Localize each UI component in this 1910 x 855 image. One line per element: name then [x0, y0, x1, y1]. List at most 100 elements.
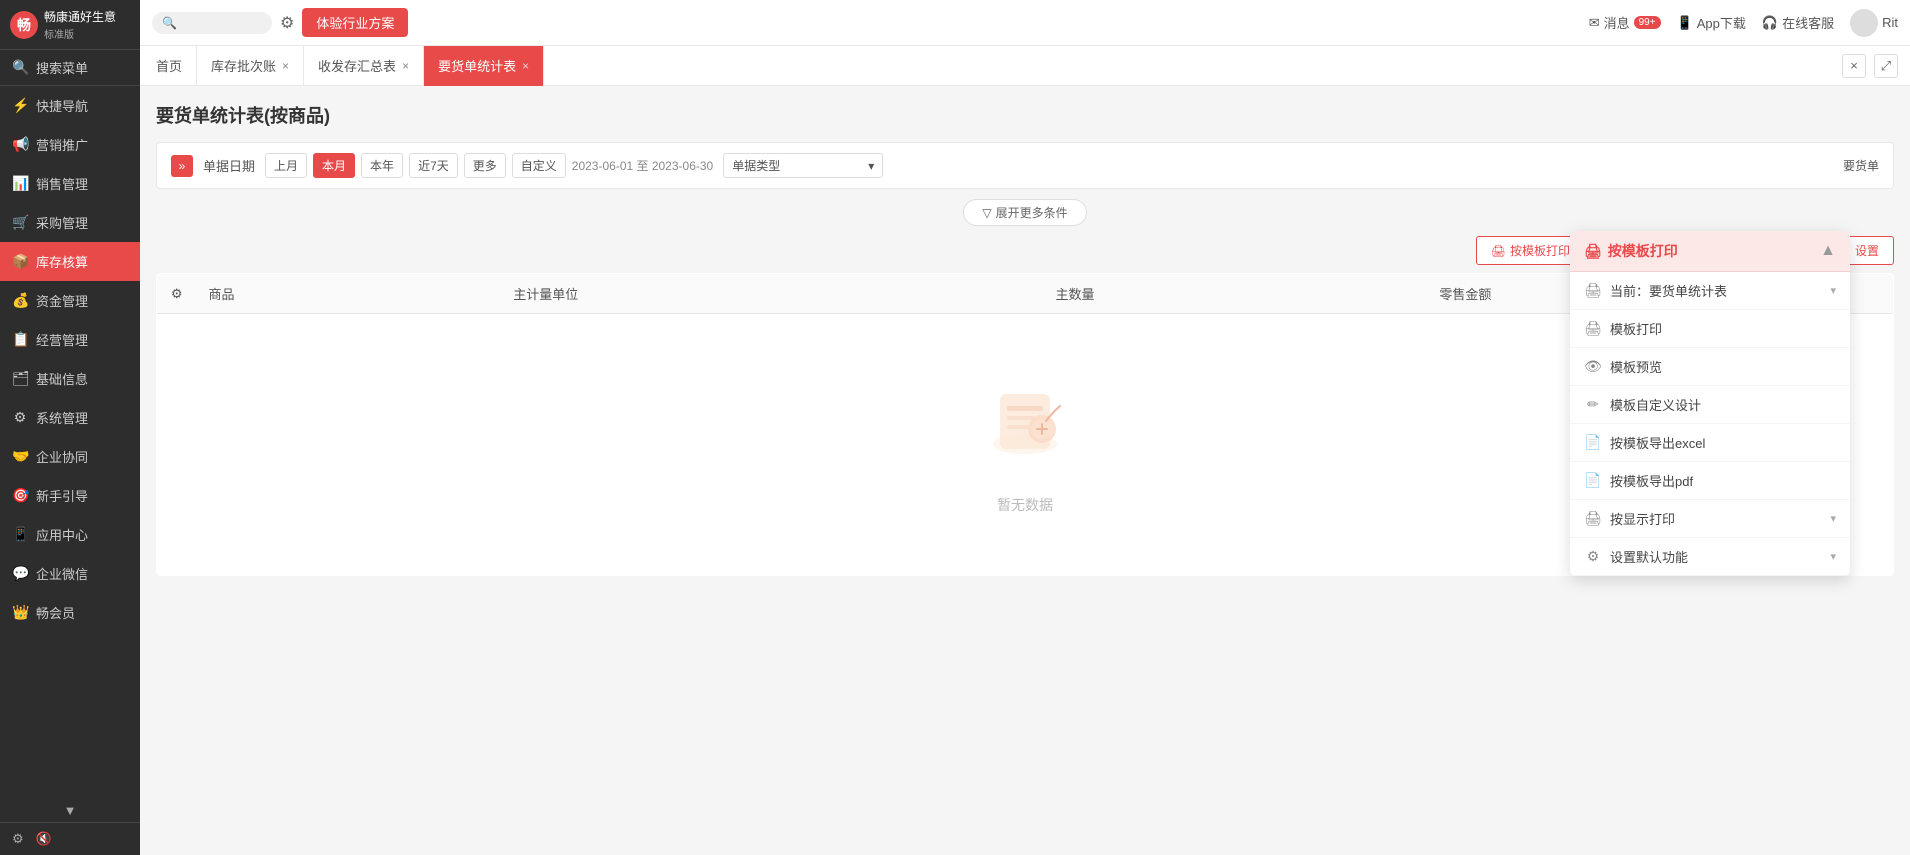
- expand-icon: ▽: [982, 206, 991, 220]
- sidebar-item-operations[interactable]: 📋 经营管理: [0, 320, 140, 359]
- date-btn-7days[interactable]: 近7天: [409, 153, 458, 178]
- sidebar-item-inventory[interactable]: 📦 库存核算: [0, 242, 140, 281]
- date-btn-more[interactable]: 更多: [464, 153, 506, 178]
- tab-collection-summary[interactable]: 收发存汇总表 ×: [304, 46, 424, 86]
- date-btn-this-year[interactable]: 本年: [361, 153, 403, 178]
- sidebar-label-enterprise: 企业协同: [36, 447, 88, 466]
- user-avatar-item[interactable]: Rit: [1850, 9, 1898, 37]
- date-filter-group: 上月 本月 本年 近7天 更多 自定义 2023-06-01 至 2023-06…: [265, 153, 713, 178]
- sidebar-label-finance: 资金管理: [36, 291, 88, 310]
- sidebar-item-sales[interactable]: 📊 销售管理: [0, 164, 140, 203]
- print-dropdown-popup: 🖨 按模板打印 ▲ 🖨 当前：要货单统计表 ▾ 🖨 模板打印 👁 模板预览 ✏: [1570, 231, 1850, 576]
- col-goods: 商品: [197, 274, 502, 314]
- dropdown-item-default-func[interactable]: ⚙ 设置默认功能 ▾: [1570, 538, 1850, 576]
- sidebar-item-finance[interactable]: 💰 资金管理: [0, 281, 140, 320]
- tab-order-stats[interactable]: 要货单统计表 ×: [424, 46, 544, 86]
- scroll-down-btn[interactable]: ▼: [0, 799, 140, 822]
- date-btn-this-month[interactable]: 本月: [313, 153, 355, 178]
- filter-expand-btn[interactable]: »: [171, 155, 193, 177]
- sidebar-item-enterprise[interactable]: 🤝 企业协同: [0, 437, 140, 476]
- template-custom-icon: ✏: [1584, 396, 1602, 413]
- sidebar-label-member: 畅会员: [36, 603, 75, 622]
- main-area: 🔍 ⚙ 体验行业方案 ✉ 消息 99+ 📱 App下载 🎧 在线客服 Rit: [140, 0, 1910, 855]
- template-print-icon: 🖨: [1584, 320, 1602, 337]
- dropdown-item-display-print[interactable]: 🖨 按显示打印 ▾: [1570, 500, 1850, 538]
- export-pdf-icon: 📄: [1584, 472, 1602, 489]
- current-template-icon: 🖨: [1584, 282, 1602, 299]
- app-version: 标准版: [44, 26, 116, 41]
- tabs-bar: 首页 库存批次账 × 收发存汇总表 × 要货单统计表 × × ⤢: [140, 46, 1910, 86]
- dropdown-item-template-custom[interactable]: ✏ 模板自定义设计: [1570, 386, 1850, 424]
- app-name: 畅康通好生意: [44, 10, 116, 26]
- sidebar-item-apps[interactable]: 📱 应用中心: [0, 515, 140, 554]
- sidebar-item-purchase[interactable]: 🛒 采购管理: [0, 203, 140, 242]
- sidebar-item-marketing[interactable]: 📢 营销推广: [0, 125, 140, 164]
- date-filter-label: 单据日期: [203, 156, 255, 175]
- avatar: [1850, 9, 1878, 37]
- expand-more-label: 展开更多条件: [996, 204, 1068, 221]
- topbar-search[interactable]: 🔍: [152, 12, 272, 34]
- search-label: 搜索菜单: [36, 58, 88, 77]
- settings-btn-label: 设置: [1855, 244, 1879, 258]
- dropdown-item-export-excel[interactable]: 📄 按模板导出excel: [1570, 424, 1850, 462]
- trial-button[interactable]: 体验行业方案: [302, 8, 408, 37]
- tab-batch-account[interactable]: 库存批次账 ×: [197, 46, 304, 86]
- gear-icon[interactable]: ⚙: [280, 13, 294, 33]
- mute-icon[interactable]: 🔇: [36, 831, 52, 847]
- sidebar-item-guide[interactable]: 🎯 新手引导: [0, 476, 140, 515]
- order-type-select[interactable]: 单据类型 ▾: [723, 153, 883, 178]
- sidebar-item-member[interactable]: 👑 畅会员: [0, 593, 140, 632]
- current-template-label: 当前：要货单统计表: [1610, 281, 1727, 300]
- inventory-icon: 📦: [12, 253, 28, 270]
- col-settings-icon[interactable]: ⚙: [171, 286, 183, 301]
- online-service-item[interactable]: 🎧 在线客服: [1762, 13, 1834, 32]
- weixin-icon: 💬: [12, 565, 28, 582]
- col-goods-label: 商品: [209, 287, 235, 302]
- messages-item[interactable]: ✉ 消息 99+: [1589, 13, 1661, 32]
- dropdown-item-template-print[interactable]: 🖨 模板打印: [1570, 310, 1850, 348]
- dropdown-item-export-pdf[interactable]: 📄 按模板导出pdf: [1570, 462, 1850, 500]
- enterprise-icon: 🤝: [12, 448, 28, 465]
- col-quantity: 主数量: [1043, 274, 1427, 314]
- col-settings: ⚙: [157, 274, 197, 314]
- close-tab-btn[interactable]: ×: [1842, 54, 1866, 78]
- sidebar-label-system: 系统管理: [36, 408, 88, 427]
- date-btn-custom[interactable]: 自定义: [512, 153, 566, 178]
- sidebar-item-search[interactable]: 🔍 搜索菜单: [0, 50, 140, 86]
- expand-more-bar: ▽ 展开更多条件: [156, 199, 1894, 226]
- user-name: Rit: [1882, 15, 1898, 30]
- tab-home[interactable]: 首页: [152, 46, 197, 86]
- topbar: 🔍 ⚙ 体验行业方案 ✉ 消息 99+ 📱 App下载 🎧 在线客服 Rit: [140, 0, 1910, 46]
- display-print-icon: 🖨: [1584, 510, 1602, 527]
- sidebar-item-basics[interactable]: 🗂 基础信息: [0, 359, 140, 398]
- display-print-label: 按显示打印: [1610, 509, 1675, 528]
- sidebar-item-system[interactable]: ⚙ 系统管理: [0, 398, 140, 437]
- dropdown-close-btn[interactable]: ▲: [1820, 242, 1836, 260]
- app-download-item[interactable]: 📱 App下载: [1677, 13, 1746, 32]
- dropdown-item-template-preview[interactable]: 👁 模板预览: [1570, 348, 1850, 386]
- tab-collection-summary-close[interactable]: ×: [402, 59, 409, 73]
- expand-more-btn[interactable]: ▽ 展开更多条件: [963, 199, 1086, 226]
- sidebar-label-marketing: 营销推广: [36, 135, 88, 154]
- settings-bottom-icon[interactable]: ⚙: [12, 831, 24, 847]
- content-area: 要货单统计表(按商品) » 单据日期 上月 本月 本年 近7天 更多 自定义 2…: [140, 86, 1910, 855]
- service-icon: 🎧: [1762, 15, 1778, 31]
- empty-text: 暂无数据: [997, 495, 1053, 515]
- sidebar-item-weixin[interactable]: 💬 企业微信: [0, 554, 140, 593]
- member-icon: 👑: [12, 604, 28, 621]
- sidebar-label-apps: 应用中心: [36, 525, 88, 544]
- quick-nav-icon: ⚡: [12, 97, 28, 114]
- tab-order-stats-close[interactable]: ×: [522, 59, 529, 73]
- sidebar-item-quick-nav[interactable]: ⚡ 快捷导航: [0, 86, 140, 125]
- marketing-icon: 📢: [12, 136, 28, 153]
- topbar-search-icon: 🔍: [162, 16, 177, 30]
- col-unit: 主计量单位: [501, 274, 1043, 314]
- maximize-tab-btn[interactable]: ⤢: [1874, 54, 1898, 78]
- sidebar: 畅 畅康通好生意 标准版 🔍 搜索菜单 ⚡ 快捷导航 📢 营销推广 📊 销售管理…: [0, 0, 140, 855]
- date-range-display: 2023-06-01 至 2023-06-30: [572, 157, 713, 174]
- print-icon: 🖨: [1491, 244, 1506, 258]
- date-btn-last-month[interactable]: 上月: [265, 153, 307, 178]
- template-preview-label: 模板预览: [1610, 357, 1662, 376]
- default-func-chevron: ▾: [1830, 550, 1836, 563]
- tab-batch-account-close[interactable]: ×: [282, 59, 289, 73]
